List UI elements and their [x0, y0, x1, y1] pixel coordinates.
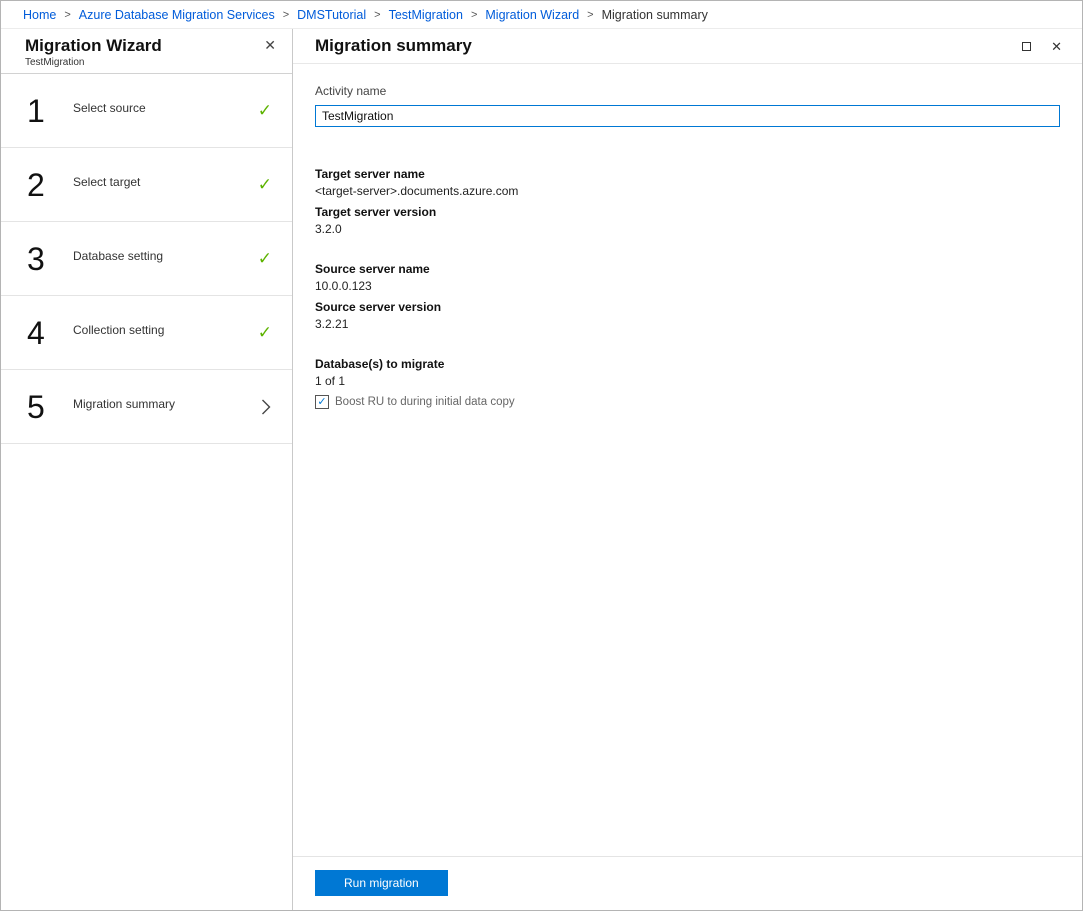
- breadcrumb-item-current: Migration summary: [601, 7, 708, 22]
- summary-sections: Target server name <target-server>.docum…: [315, 167, 1060, 409]
- field-value: 1 of 1: [315, 374, 346, 388]
- step-label: Select target: [73, 174, 141, 189]
- field-value: 10.0.0.123: [315, 279, 372, 293]
- field-label: Source server version: [315, 300, 442, 314]
- boost-ru-row: ✓ Boost RU to during initial data copy: [315, 395, 1060, 409]
- wizard-step-select-source[interactable]: 1 Select source ✓: [1, 74, 292, 148]
- breadcrumb-separator-icon: >: [64, 8, 71, 21]
- field-value: 3.2.21: [315, 317, 349, 331]
- field-label: Target server name: [315, 167, 425, 181]
- summary-row: Target server name <target-server>.docum…: [315, 167, 1060, 198]
- field-label: Source server name: [315, 262, 430, 276]
- wizard-subtitle: TestMigration: [25, 57, 85, 68]
- window-controls: ✕: [1022, 40, 1062, 53]
- field-value: 3.2.0: [315, 222, 342, 236]
- check-icon: ✓: [257, 249, 272, 268]
- step-number: 3: [27, 240, 45, 277]
- page-title: Migration summary: [315, 36, 472, 55]
- boost-ru-checkbox[interactable]: ✓: [315, 395, 329, 409]
- breadcrumb-item-home[interactable]: Home: [23, 8, 56, 22]
- wizard-step-select-target[interactable]: 2 Select target ✓: [1, 148, 292, 222]
- summary-row: Source server name 10.0.0.123: [315, 262, 1060, 293]
- check-icon: ✓: [257, 101, 272, 120]
- wizard-step-collection-setting[interactable]: 4 Collection setting ✓: [1, 296, 292, 370]
- activity-name-input[interactable]: [315, 105, 1060, 127]
- wizard-panel-header: Migration Wizard TestMigration ✕: [1, 29, 292, 74]
- wizard-panel-filler: [1, 444, 292, 910]
- breadcrumb-item-migration-wizard[interactable]: Migration Wizard: [485, 8, 579, 22]
- summary-content: Activity name Target server name <target…: [293, 64, 1082, 856]
- summary-footer: Run migration: [293, 856, 1082, 910]
- chevron-right-icon: [260, 398, 272, 416]
- step-number: 5: [27, 388, 45, 425]
- databases-section: Database(s) to migrate 1 of 1 ✓ Boost RU…: [315, 357, 1060, 409]
- check-icon: ✓: [257, 175, 272, 194]
- step-number: 1: [27, 92, 45, 129]
- summary-panel-header: Migration summary ✕: [293, 29, 1082, 64]
- wizard-title: Migration Wizard: [25, 36, 162, 55]
- summary-row: Target server version 3.2.0: [315, 205, 1060, 236]
- breadcrumb-item-dms-services[interactable]: Azure Database Migration Services: [79, 8, 275, 22]
- source-server-section: Source server name 10.0.0.123 Source ser…: [315, 262, 1060, 331]
- body-row: Migration Wizard TestMigration ✕ 1 Selec…: [1, 29, 1082, 910]
- breadcrumb-separator-icon: >: [374, 8, 381, 21]
- breadcrumb: Home > Azure Database Migration Services…: [1, 1, 1082, 29]
- wizard-step-migration-summary[interactable]: 5 Migration summary: [1, 370, 292, 444]
- boost-ru-label: Boost RU to during initial data copy: [335, 396, 515, 408]
- breadcrumb-separator-icon: >: [282, 8, 290, 21]
- step-label: Select source: [73, 100, 146, 115]
- target-server-section: Target server name <target-server>.docum…: [315, 167, 1060, 236]
- close-icon[interactable]: ✕: [264, 38, 276, 52]
- step-label: Migration summary: [73, 396, 176, 411]
- summary-row: Source server version 3.2.21: [315, 300, 1060, 331]
- summary-panel: Migration summary ✕ Activity name Target…: [293, 29, 1082, 910]
- step-number: 4: [27, 314, 45, 351]
- step-label: Database setting: [73, 248, 164, 263]
- field-label: Target server version: [315, 205, 437, 219]
- run-migration-button[interactable]: Run migration: [315, 870, 448, 896]
- wizard-step-database-setting[interactable]: 3 Database setting ✓: [1, 222, 292, 296]
- field-label: Database(s) to migrate: [315, 357, 445, 371]
- step-number: 2: [27, 166, 45, 203]
- wizard-panel: Migration Wizard TestMigration ✕ 1 Selec…: [1, 29, 293, 910]
- breadcrumb-item-testmigration[interactable]: TestMigration: [389, 8, 463, 22]
- check-icon: ✓: [257, 323, 272, 342]
- field-value: <target-server>.documents.azure.com: [315, 184, 519, 198]
- breadcrumb-item-dmstutorial[interactable]: DMSTutorial: [297, 8, 366, 22]
- breadcrumb-separator-icon: >: [587, 8, 594, 21]
- step-label: Collection setting: [73, 322, 165, 337]
- close-icon[interactable]: ✕: [1051, 40, 1062, 53]
- maximize-icon[interactable]: [1022, 41, 1032, 51]
- breadcrumb-separator-icon: >: [470, 8, 478, 21]
- activity-name-label: Activity name: [315, 84, 387, 98]
- app-window: Home > Azure Database Migration Services…: [0, 0, 1083, 911]
- summary-row: Database(s) to migrate 1 of 1: [315, 357, 1060, 388]
